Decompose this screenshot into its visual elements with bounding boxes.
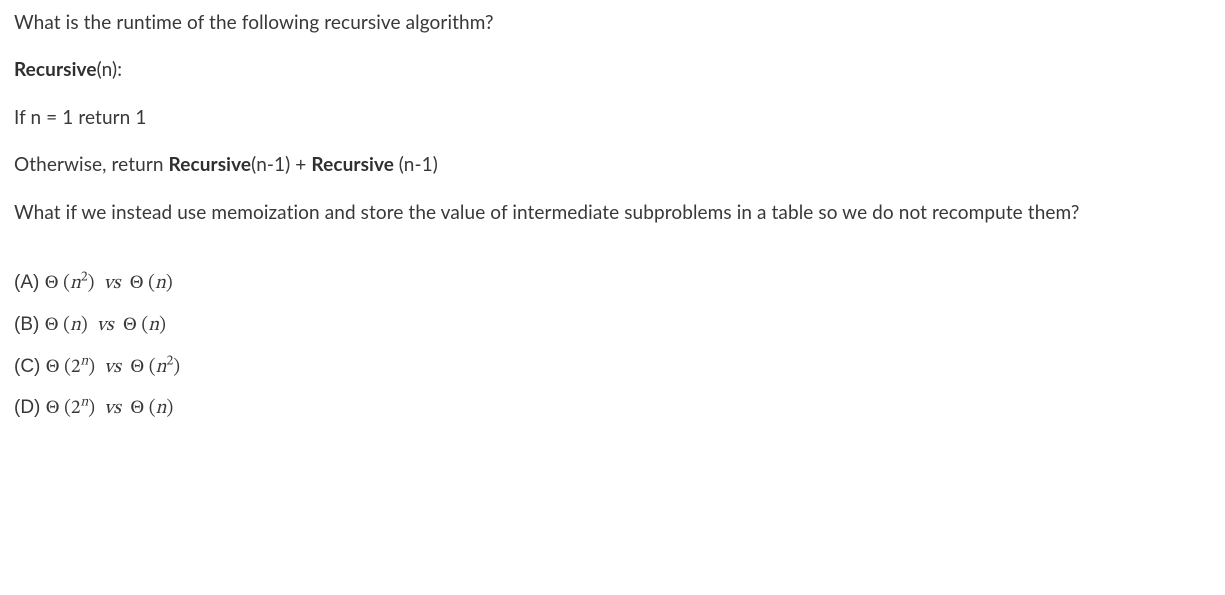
option-A-lhs: Θ (n2) xyxy=(45,274,95,293)
option-C[interactable]: (C) Θ (2n) vs Θ (n2) xyxy=(14,355,1211,381)
option-D-label: (D) xyxy=(14,397,46,418)
question-page: What is the runtime of the following rec… xyxy=(0,0,1225,446)
option-A-rhs: Θ (n) xyxy=(130,274,173,293)
vs-text: vs xyxy=(100,399,125,418)
question-intro: What is the runtime of the following rec… xyxy=(14,8,1211,37)
option-D[interactable]: (D) Θ (2n) vs Θ (n) xyxy=(14,396,1211,422)
option-C-label: (C) xyxy=(14,356,46,377)
option-B-lhs: Θ (n) xyxy=(45,316,88,335)
followup-question: What if we instead use memoization and s… xyxy=(14,198,1211,227)
option-D-rhs: Θ (n) xyxy=(130,399,173,418)
vs-text: vs xyxy=(93,316,118,335)
rec-prefix: Otherwise, return xyxy=(14,153,169,176)
algo-base-case: If n = 1 return 1 xyxy=(14,103,1211,132)
vs-text: vs xyxy=(100,274,125,293)
option-B-rhs: Θ (n) xyxy=(123,316,166,335)
rec-call-1: Recursive xyxy=(169,153,252,176)
rec-call-2: Recursive xyxy=(311,153,398,176)
option-C-rhs: Θ (n2) xyxy=(130,358,180,377)
option-D-lhs: Θ (2n) xyxy=(46,399,95,418)
answer-options: (A) Θ (n2) vs Θ (n) (B) Θ (n) vs Θ (n) (… xyxy=(14,271,1211,422)
algo-name: Recursive xyxy=(14,58,97,81)
algo-header: Recursive(n): xyxy=(14,55,1211,84)
rec-call-2-arg: (n-1) xyxy=(399,153,438,176)
rec-call-1-arg: (n-1) + xyxy=(251,153,311,176)
option-C-lhs: Θ (2n) xyxy=(46,358,95,377)
option-A[interactable]: (A) Θ (n2) vs Θ (n) xyxy=(14,271,1211,297)
vs-text: vs xyxy=(100,358,125,377)
option-A-label: (A) xyxy=(14,272,45,293)
algo-arg: (n): xyxy=(97,58,122,81)
algo-recursive-case: Otherwise, return Recursive(n-1) + Recur… xyxy=(14,150,1211,179)
option-B-label: (B) xyxy=(14,314,45,335)
option-B[interactable]: (B) Θ (n) vs Θ (n) xyxy=(14,313,1211,339)
